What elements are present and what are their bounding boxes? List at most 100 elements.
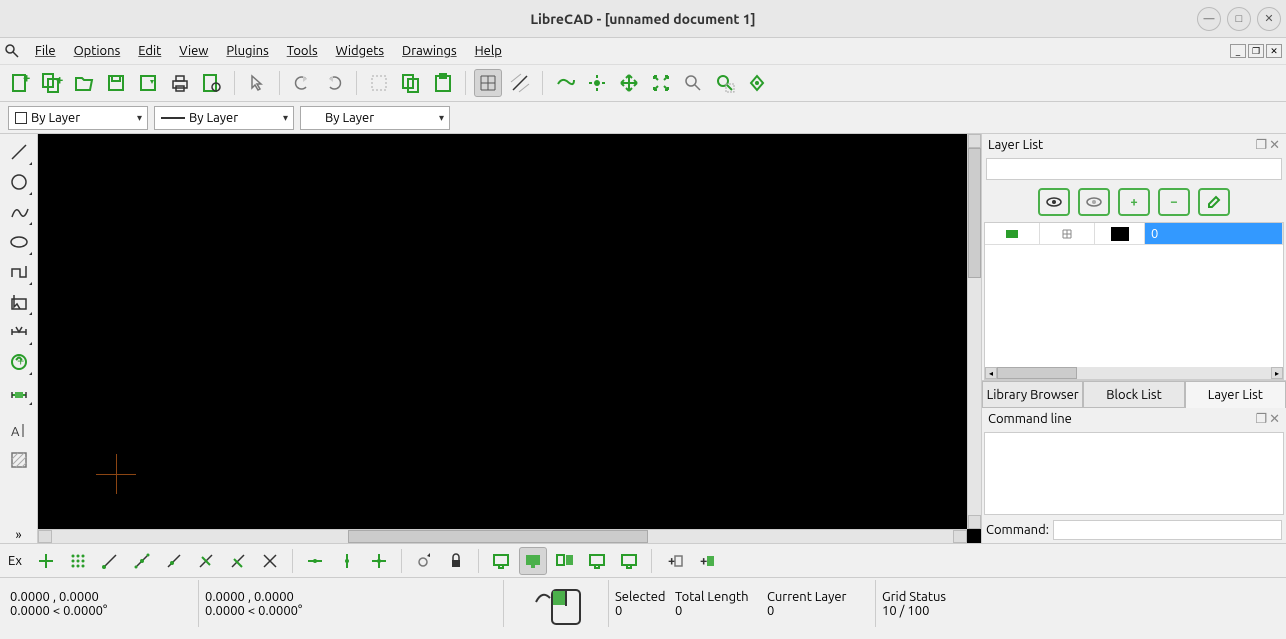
open-button[interactable] — [70, 69, 98, 97]
zoom-pan-button[interactable] — [615, 69, 643, 97]
cmd-panel-float-button[interactable]: ❐ — [1255, 412, 1267, 427]
print-preview-button[interactable] — [198, 69, 226, 97]
view-dual-button[interactable] — [551, 547, 579, 575]
tool-polyline[interactable] — [5, 258, 33, 286]
tool-curve[interactable] — [5, 198, 33, 226]
tool-line[interactable] — [5, 138, 33, 166]
mdi-minimize-button[interactable]: _ — [1230, 44, 1246, 58]
save-as-button[interactable] — [134, 69, 162, 97]
command-input[interactable] — [1053, 520, 1282, 540]
linewidth-selector[interactable]: By Layer — [154, 106, 294, 130]
restrict-orthogonal-button[interactable] — [333, 547, 361, 575]
scroll-down-button[interactable] — [968, 515, 981, 529]
layer-visible-icon[interactable] — [985, 223, 1040, 244]
command-history[interactable] — [984, 432, 1284, 515]
tab-block-list[interactable]: Block List — [1083, 381, 1184, 408]
scroll-right-button[interactable] — [953, 530, 967, 543]
layer-scroll-left[interactable]: ◂ — [985, 367, 997, 379]
lock-relative-zero-button[interactable] — [442, 547, 470, 575]
panel-float-button[interactable]: ❐ — [1255, 138, 1267, 153]
menu-plugins[interactable]: Plugins — [217, 40, 277, 62]
snap-entity-button[interactable] — [128, 547, 156, 575]
zoom-auto-button[interactable] — [647, 69, 675, 97]
redo-button[interactable] — [320, 69, 348, 97]
restrict-nothing-button[interactable] — [301, 547, 329, 575]
tab-layer-list[interactable]: Layer List — [1185, 381, 1286, 408]
scroll-left-button[interactable] — [38, 530, 52, 543]
print-button[interactable] — [166, 69, 194, 97]
relative-zero-button[interactable] — [410, 547, 438, 575]
layer-color-cell[interactable] — [1095, 223, 1145, 244]
zoom-redraw-button[interactable] — [551, 69, 579, 97]
tool-dimension[interactable] — [5, 318, 33, 346]
zoom-previous-button[interactable] — [679, 69, 707, 97]
tool-hatch[interactable] — [5, 446, 33, 474]
zoom-in-button[interactable] — [583, 69, 611, 97]
menu-widgets[interactable]: Widgets — [327, 40, 393, 62]
layer-show-all-button[interactable] — [1038, 188, 1070, 216]
drawing-canvas[interactable] — [38, 134, 967, 529]
menu-tools[interactable]: Tools — [278, 40, 327, 62]
layer-edit-button[interactable] — [1198, 188, 1230, 216]
layer-filter-input[interactable] — [986, 158, 1282, 180]
linetype-selector[interactable]: By Layer — [300, 106, 450, 130]
snap-free-button[interactable] — [32, 547, 60, 575]
save-button[interactable] — [102, 69, 130, 97]
view-outline-button[interactable] — [583, 547, 611, 575]
snap-middle-button[interactable] — [192, 547, 220, 575]
zoom-window-button[interactable] — [711, 69, 739, 97]
snap-intersection-button[interactable] — [256, 547, 284, 575]
active-view-button[interactable] — [519, 547, 547, 575]
tool-info[interactable] — [5, 378, 33, 406]
layer-row[interactable]: 0 — [985, 223, 1283, 245]
minimize-button[interactable]: — — [1197, 7, 1221, 31]
vertical-scroll-thumb[interactable] — [968, 148, 981, 278]
snap-distance-button[interactable] — [224, 547, 252, 575]
scroll-up-button[interactable] — [968, 134, 981, 148]
vertical-scrollbar[interactable] — [967, 134, 981, 529]
color-selector[interactable]: By Layer — [8, 106, 148, 130]
tool-overflow[interactable]: » — [5, 527, 33, 543]
tool-modify[interactable]: + — [5, 348, 33, 376]
draft-mode-button[interactable] — [506, 69, 534, 97]
cut-button[interactable] — [365, 69, 393, 97]
snap-grid-button[interactable] — [64, 547, 92, 575]
snap-ex-label[interactable]: Ex — [8, 554, 22, 568]
grid-toggle-button[interactable] — [474, 69, 502, 97]
horizontal-scrollbar[interactable] — [38, 529, 967, 543]
new-from-template-button[interactable]: + — [38, 69, 66, 97]
layer-hscroll[interactable]: ◂ ▸ — [985, 367, 1283, 379]
menu-search-icon[interactable] — [4, 43, 20, 59]
pointer-button[interactable] — [243, 69, 271, 97]
undo-button[interactable] — [288, 69, 316, 97]
menu-drawings[interactable]: Drawings — [393, 40, 466, 62]
tool-ellipse[interactable] — [5, 228, 33, 256]
copy-button[interactable] — [397, 69, 425, 97]
menu-options[interactable]: Options — [65, 40, 130, 62]
layer-lock-icon[interactable] — [1040, 223, 1095, 244]
mdi-restore-button[interactable]: ❐ — [1248, 44, 1264, 58]
menu-edit[interactable]: Edit — [129, 40, 170, 62]
layer-remove-button[interactable]: − — [1158, 188, 1190, 216]
panel-close-button[interactable]: ✕ — [1269, 138, 1280, 153]
maximize-button[interactable]: □ — [1227, 7, 1251, 31]
tool-select[interactable] — [5, 288, 33, 316]
add-view-green-button[interactable]: + — [692, 547, 720, 575]
snap-center-button[interactable] — [160, 547, 188, 575]
view-outline2-button[interactable] — [615, 547, 643, 575]
tool-mtext[interactable]: A — [5, 416, 33, 444]
menu-file[interactable]: File — [26, 40, 65, 62]
close-button[interactable]: ✕ — [1257, 7, 1281, 31]
tool-circle[interactable] — [5, 168, 33, 196]
menu-help[interactable]: Help — [466, 40, 511, 62]
cmd-panel-close-button[interactable]: ✕ — [1269, 412, 1280, 427]
layer-scroll-right[interactable]: ▸ — [1271, 367, 1283, 379]
bw-green-view-button[interactable] — [487, 547, 515, 575]
snap-endpoint-button[interactable] — [96, 547, 124, 575]
tab-library-browser[interactable]: Library Browser — [982, 381, 1083, 408]
horizontal-scroll-thumb[interactable] — [348, 530, 648, 543]
add-view-button[interactable]: + — [660, 547, 688, 575]
layer-hide-all-button[interactable] — [1078, 188, 1110, 216]
layer-add-button[interactable]: + — [1118, 188, 1150, 216]
mdi-close-button[interactable]: ✕ — [1266, 44, 1282, 58]
